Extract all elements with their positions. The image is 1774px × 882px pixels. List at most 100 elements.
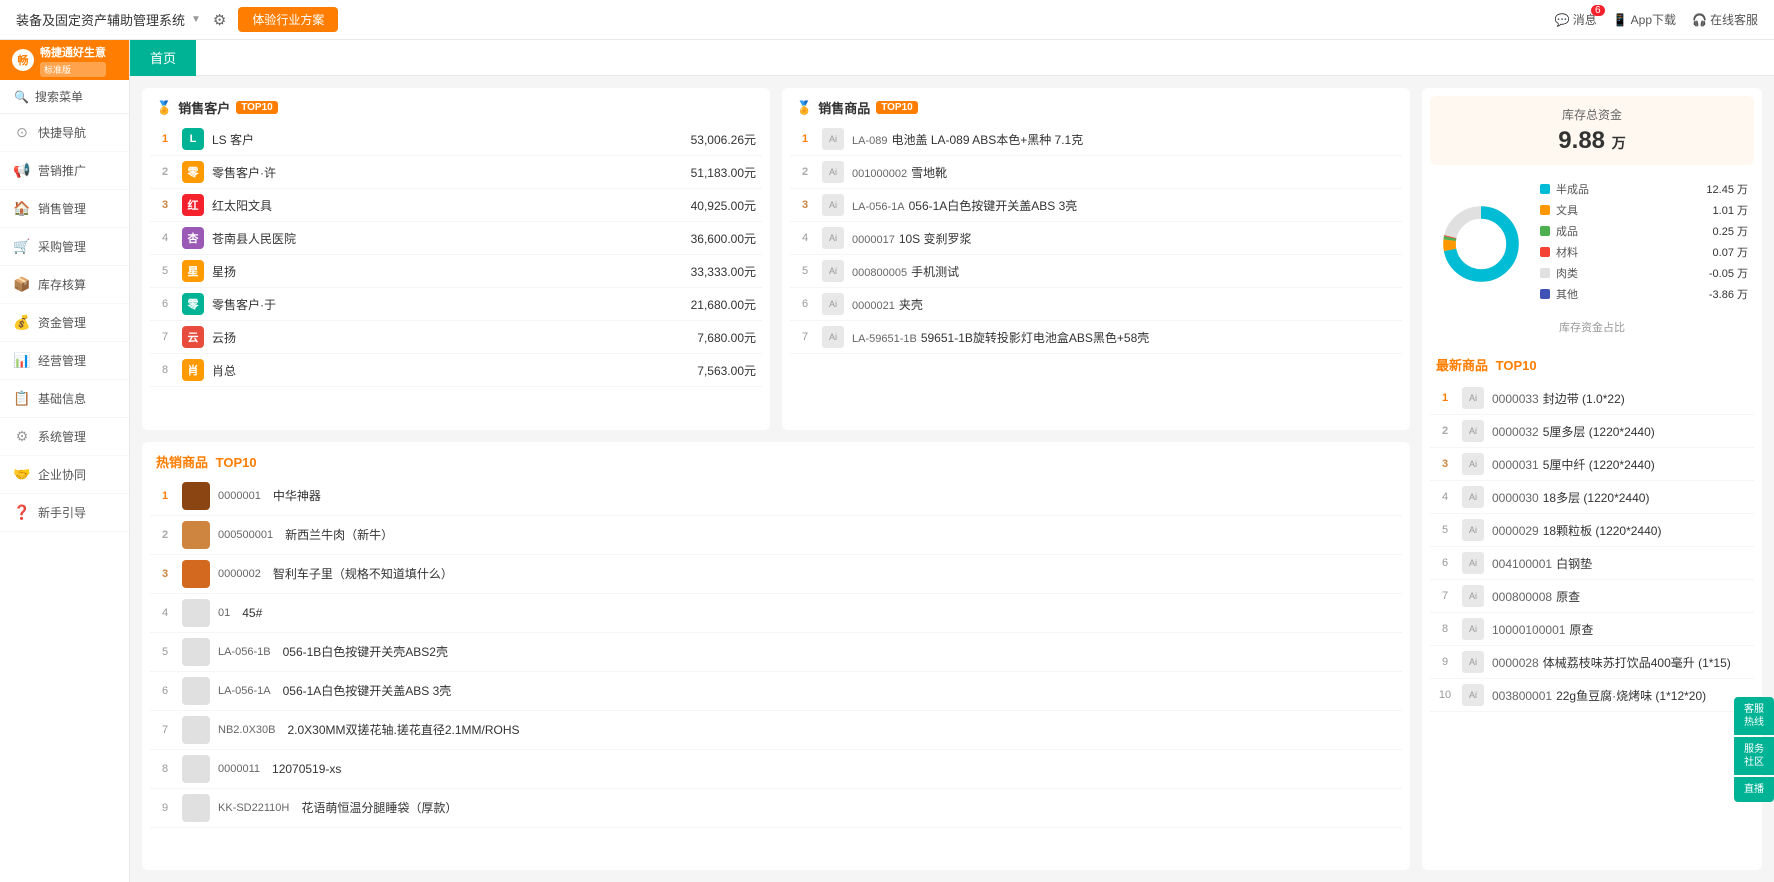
product-thumbnail [182, 521, 210, 549]
table-row: 6 Ai 004100001白钢垫 [1430, 547, 1754, 580]
sales-icon: 🏠 [14, 201, 30, 217]
legend-item: 材料 0.07 万 [1540, 244, 1748, 260]
tab-home[interactable]: 首页 [130, 40, 196, 76]
logo-icon: 畅 [12, 49, 34, 71]
avatar: 红 [182, 194, 204, 216]
avatar: 零 [182, 293, 204, 315]
list-item: 4 01 45# [150, 594, 1402, 633]
medal-icon: 🏅 [796, 100, 812, 116]
header-right: 💬 消息 6 📱 App下载 🎧 在线客服 [1555, 11, 1758, 28]
hot-products-title: 热销商品 TOP10 [142, 442, 1410, 477]
sidebar-item-operations[interactable]: 📊 经营管理 [0, 342, 129, 380]
table-row: 5 Ai 000002918颗粒板 (1220*2440) [1430, 514, 1754, 547]
inventory-panel: 库存总资金 9.88 万 [1422, 88, 1762, 870]
avatar: 肖 [182, 359, 204, 381]
avatar: 星 [182, 260, 204, 282]
list-item: 9 KK-SD22110H 花语萌恒温分腿睡袋（厚款） [150, 789, 1402, 828]
avatar: 云 [182, 326, 204, 348]
list-item: 5 LA-056-1B 056-1B白色按键开关壳ABS2壳 [150, 633, 1402, 672]
table-row: 4 Ai 000001710S 变刹罗浆 [790, 222, 1402, 255]
service-community-btn[interactable]: 服务 社区 [1734, 737, 1774, 775]
message-icon: 💬 [1555, 13, 1570, 27]
money-icon: 💰 [14, 315, 30, 331]
avatar: 零 [182, 161, 204, 183]
product-icon: Ai [1462, 453, 1484, 475]
inventory-legend: 半成品 12.45 万 文具 1.01 万 成品 0.25 万 [1540, 181, 1748, 307]
sidebar-item-guide[interactable]: ❓ 新手引导 [0, 494, 129, 532]
inventory-donut-chart [1436, 199, 1526, 289]
sidebar-item-system[interactable]: ⚙ 系统管理 [0, 418, 129, 456]
avatar: 杏 [182, 227, 204, 249]
sidebar-item-sales[interactable]: 🏠 销售管理 [0, 190, 129, 228]
sidebar-item-inventory[interactable]: 📦 库存核算 [0, 266, 129, 304]
table-row: 3 红 红太阳文具 40,925.00元 [150, 189, 762, 222]
app-name: 装备及固定资产辅助管理系统 [16, 10, 185, 29]
layout: 畅 畅捷通好生意 标准版 🔍 搜索菜单 ⊙ 快捷导航 📢 营销推广 🏠 销售管理… [0, 40, 1774, 882]
customers-panel: 🏅 销售客户 TOP10 1 L LS 客户 53,006.26元 2 零 零售… [142, 88, 770, 430]
table-row: 2 Ai 00000325厘多层 (1220*2440) [1430, 415, 1754, 448]
product-icon: Ai [822, 293, 844, 315]
avatar: L [182, 128, 204, 150]
sidebar-item-enterprise[interactable]: 🤝 企业协同 [0, 456, 129, 494]
cart-icon: 🛒 [14, 239, 30, 255]
settings-button[interactable]: ⚙ [213, 11, 226, 29]
table-row: 1 Ai 0000033封边带 (1.0*22) [1430, 382, 1754, 415]
online-service-btn[interactable]: 🎧 在线客服 [1692, 11, 1758, 28]
new-products-title: 最新商品 TOP10 [1430, 351, 1754, 382]
table-row: 7 Ai 000800008原查 [1430, 580, 1754, 613]
table-row: 4 Ai 000003018多层 (1220*2440) [1430, 481, 1754, 514]
sidebar-item-purchase[interactable]: 🛒 采购管理 [0, 228, 129, 266]
page-tabs: 首页 [130, 40, 1774, 76]
app-icon: 📱 [1613, 13, 1628, 27]
hot-products-list: 1 0000001 中华神器 2 000500001 新西兰牛肉（新牛） 3 [142, 477, 1410, 836]
live-broadcast-btn[interactable]: 直播 [1734, 777, 1774, 802]
product-thumbnail [182, 755, 210, 783]
table-row: 1 Ai LA-089电池盖 LA-089 ABS本色+黑种 7.1克 [790, 123, 1402, 156]
table-row: 7 Ai LA-59651-1B59651-1B旋转投影灯电池盒ABS黑色+58… [790, 321, 1402, 354]
legend-color [1540, 184, 1550, 194]
sidebar-item-marketing[interactable]: 📢 营销推广 [0, 152, 129, 190]
box-icon: 📦 [14, 277, 30, 293]
main-content: 首页 🏅 销售客户 TOP10 1 L LS 客户 53,006.26元 [130, 40, 1774, 882]
legend-color [1540, 247, 1550, 257]
product-thumbnail [182, 599, 210, 627]
table-row: 1 L LS 客户 53,006.26元 [150, 123, 762, 156]
trial-button[interactable]: 体验行业方案 [238, 7, 338, 32]
logo-badge: 标准版 [40, 62, 106, 77]
sidebar-item-basic-info[interactable]: 📋 基础信息 [0, 380, 129, 418]
sidebar-item-quicknav[interactable]: ⊙ 快捷导航 [0, 114, 129, 152]
hot-products-panel: 热销商品 TOP10 1 0000001 中华神器 2 000500001 新西… [142, 442, 1410, 871]
legend-color [1540, 268, 1550, 278]
content-area: 🏅 销售客户 TOP10 1 L LS 客户 53,006.26元 2 零 零售… [130, 76, 1774, 882]
table-row: 6 Ai 0000021夹壳 [790, 288, 1402, 321]
app-download-btn[interactable]: 📱 App下载 [1613, 11, 1676, 28]
list-item: 6 LA-056-1A 056-1A白色按键开关盖ABS 3壳 [150, 672, 1402, 711]
legend-item: 文具 1.01 万 [1540, 202, 1748, 218]
table-row: 3 Ai 00000315厘中纤 (1220*2440) [1430, 448, 1754, 481]
gear-icon: ⚙ [14, 429, 30, 445]
message-badge: 6 [1591, 5, 1605, 16]
legend-color [1540, 289, 1550, 299]
message-btn[interactable]: 💬 消息 6 [1555, 11, 1597, 28]
customer-service-hotline-btn[interactable]: 客服 热线 [1734, 697, 1774, 735]
product-icon: Ai [822, 227, 844, 249]
headset-icon: 🎧 [1692, 13, 1707, 27]
table-row: 8 Ai 10000100001原查 [1430, 613, 1754, 646]
legend-color [1540, 205, 1550, 215]
donut-section: 半成品 12.45 万 文具 1.01 万 成品 0.25 万 [1422, 173, 1762, 315]
product-icon: Ai [822, 260, 844, 282]
product-icon: Ai [822, 194, 844, 216]
app-selector[interactable]: 装备及固定资产辅助管理系统 ▼ [16, 10, 201, 29]
search-menu-btn[interactable]: 🔍 搜索菜单 [0, 80, 129, 114]
product-icon: Ai [1462, 651, 1484, 673]
sidebar-item-finance[interactable]: 💰 资金管理 [0, 304, 129, 342]
list-item: 7 NB2.0X30B 2.0X30MM双搓花轴.搓花直径2.1MM/ROHS [150, 711, 1402, 750]
product-icon: Ai [1462, 684, 1484, 706]
inventory-total-value: 9.88 万 [1444, 127, 1740, 155]
chevron-down-icon: ▼ [191, 14, 201, 25]
home-icon: ⊙ [14, 125, 30, 141]
search-icon: 🔍 [14, 90, 29, 104]
handshake-icon: 🤝 [14, 467, 30, 483]
product-thumbnail [182, 794, 210, 822]
products-rank-list: 1 Ai LA-089电池盖 LA-089 ABS本色+黑种 7.1克 2 Ai… [782, 123, 1410, 362]
